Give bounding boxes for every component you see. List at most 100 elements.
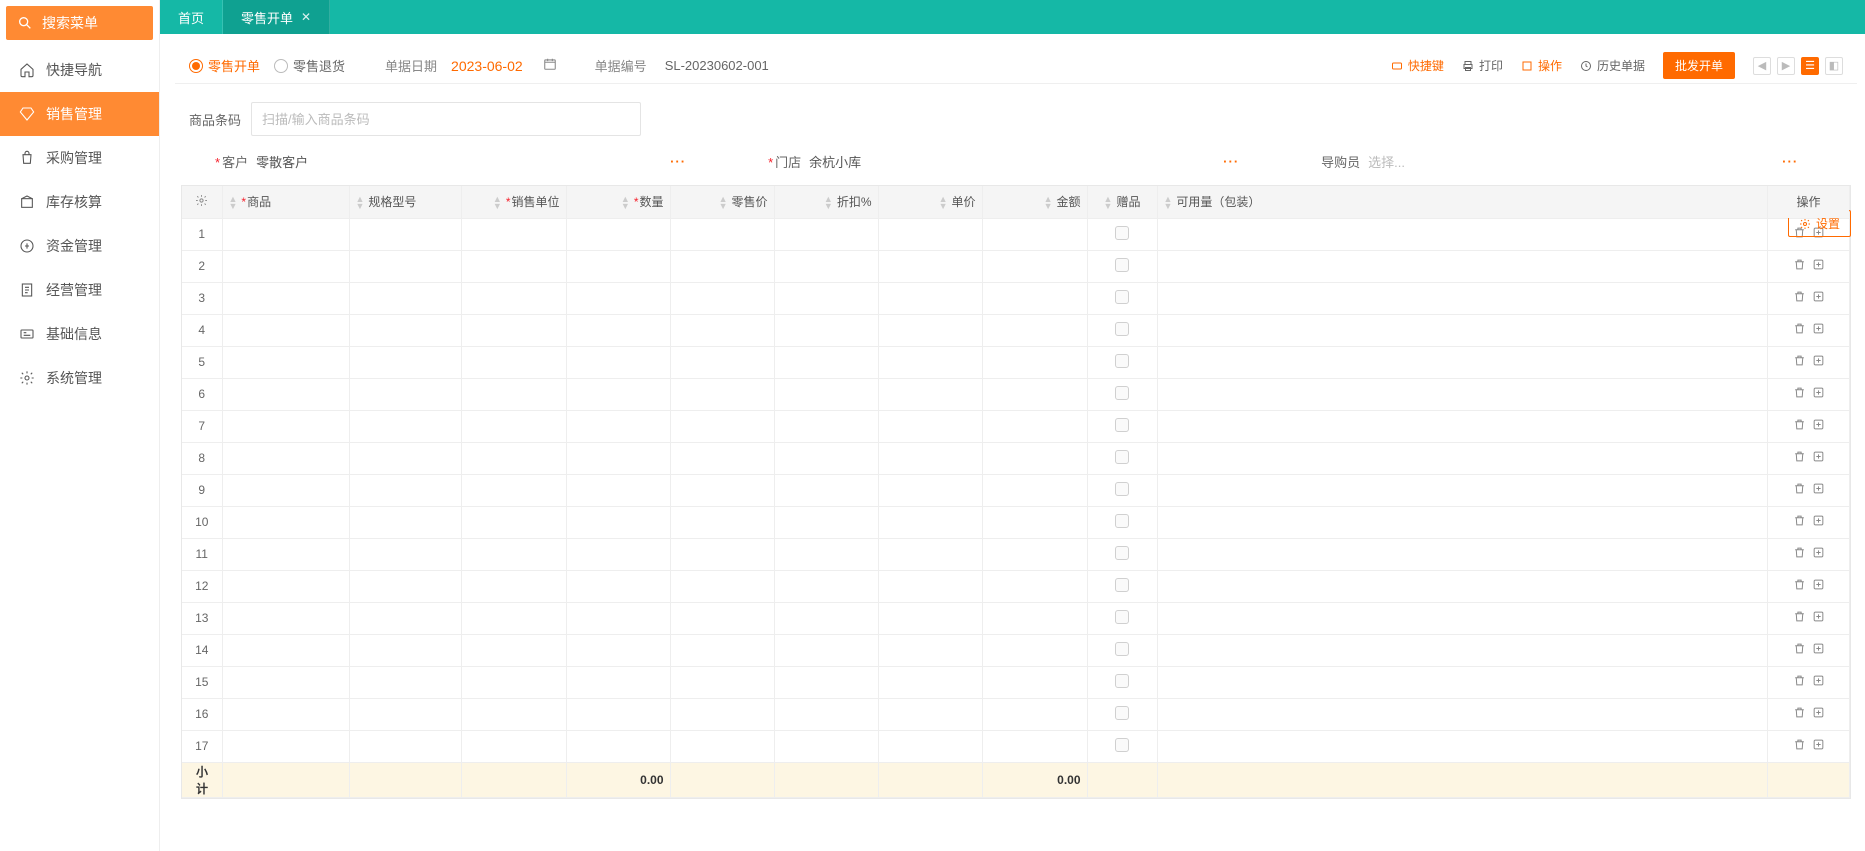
add-row-icon[interactable] bbox=[1812, 354, 1825, 367]
cell-gift[interactable] bbox=[1087, 538, 1157, 570]
add-row-icon[interactable] bbox=[1812, 738, 1825, 751]
cell-spec[interactable] bbox=[349, 538, 461, 570]
cell-unit[interactable] bbox=[461, 602, 566, 634]
cell-product[interactable] bbox=[222, 250, 349, 282]
close-icon[interactable]: ✕ bbox=[301, 10, 311, 24]
cell-qty[interactable] bbox=[566, 218, 670, 250]
cell-spec[interactable] bbox=[349, 506, 461, 538]
cell-retail-price[interactable] bbox=[670, 538, 774, 570]
add-row-icon[interactable] bbox=[1812, 482, 1825, 495]
sidebar-item-system[interactable]: 系统管理 bbox=[0, 356, 159, 400]
cell-spec[interactable] bbox=[349, 250, 461, 282]
delete-row-icon[interactable] bbox=[1793, 610, 1806, 623]
cell-product[interactable] bbox=[222, 314, 349, 346]
cell-gift[interactable] bbox=[1087, 570, 1157, 602]
cell-discount[interactable] bbox=[774, 634, 878, 666]
cell-gift[interactable] bbox=[1087, 602, 1157, 634]
cell-unit-price[interactable] bbox=[878, 666, 982, 698]
cell-qty[interactable] bbox=[566, 282, 670, 314]
gift-checkbox[interactable] bbox=[1115, 258, 1129, 272]
delete-row-icon[interactable] bbox=[1793, 290, 1806, 303]
cell-discount[interactable] bbox=[774, 698, 878, 730]
sidebar-item-inventory[interactable]: 库存核算 bbox=[0, 180, 159, 224]
table-row[interactable]: 4 bbox=[182, 314, 1850, 346]
cell-retail-price[interactable] bbox=[670, 410, 774, 442]
cell-gift[interactable] bbox=[1087, 218, 1157, 250]
cell-unit-price[interactable] bbox=[878, 218, 982, 250]
col-unit-price[interactable]: ▲▼单价 bbox=[878, 186, 982, 218]
cell-gift[interactable] bbox=[1087, 378, 1157, 410]
cell-product[interactable] bbox=[222, 730, 349, 762]
table-row[interactable]: 2 bbox=[182, 250, 1850, 282]
cell-qty[interactable] bbox=[566, 698, 670, 730]
prev-icon[interactable]: ◀ bbox=[1753, 57, 1771, 75]
cell-spec[interactable] bbox=[349, 602, 461, 634]
cell-amount[interactable] bbox=[982, 346, 1087, 378]
table-row[interactable]: 11 bbox=[182, 538, 1850, 570]
add-row-icon[interactable] bbox=[1812, 610, 1825, 623]
add-row-icon[interactable] bbox=[1812, 514, 1825, 527]
cell-discount[interactable] bbox=[774, 506, 878, 538]
col-product[interactable]: ▲▼商品 bbox=[222, 186, 349, 218]
delete-row-icon[interactable] bbox=[1793, 642, 1806, 655]
cell-gift[interactable] bbox=[1087, 410, 1157, 442]
shortcut-button[interactable]: 快捷键 bbox=[1391, 57, 1444, 74]
cell-unit[interactable] bbox=[461, 634, 566, 666]
cell-gift[interactable] bbox=[1087, 314, 1157, 346]
gift-checkbox[interactable] bbox=[1115, 546, 1129, 560]
customer-picker[interactable]: 零散客户 ··· bbox=[256, 152, 686, 171]
delete-row-icon[interactable] bbox=[1793, 546, 1806, 559]
grid-mode-icon[interactable]: ◧ bbox=[1825, 57, 1843, 75]
cell-discount[interactable] bbox=[774, 250, 878, 282]
print-button[interactable]: 打印 bbox=[1462, 57, 1503, 74]
cell-product[interactable] bbox=[222, 570, 349, 602]
cell-retail-price[interactable] bbox=[670, 570, 774, 602]
table-row[interactable]: 12 bbox=[182, 570, 1850, 602]
date-value[interactable]: 2023-06-02 bbox=[451, 58, 523, 74]
cell-unit[interactable] bbox=[461, 570, 566, 602]
cell-unit[interactable] bbox=[461, 474, 566, 506]
cell-amount[interactable] bbox=[982, 378, 1087, 410]
sidebar-item-funds[interactable]: 资金管理 bbox=[0, 224, 159, 268]
cell-product[interactable] bbox=[222, 538, 349, 570]
cell-product[interactable] bbox=[222, 410, 349, 442]
cell-amount[interactable] bbox=[982, 250, 1087, 282]
cell-qty[interactable] bbox=[566, 250, 670, 282]
cell-unit-price[interactable] bbox=[878, 378, 982, 410]
cell-spec[interactable] bbox=[349, 410, 461, 442]
cell-gift[interactable] bbox=[1087, 346, 1157, 378]
cell-spec[interactable] bbox=[349, 282, 461, 314]
table-row[interactable]: 6 bbox=[182, 378, 1850, 410]
gift-checkbox[interactable] bbox=[1115, 578, 1129, 592]
cell-unit-price[interactable] bbox=[878, 730, 982, 762]
cell-product[interactable] bbox=[222, 474, 349, 506]
cell-amount[interactable] bbox=[982, 282, 1087, 314]
cell-qty[interactable] bbox=[566, 410, 670, 442]
cell-spec[interactable] bbox=[349, 218, 461, 250]
operate-button[interactable]: 操作 bbox=[1521, 57, 1562, 74]
cell-amount[interactable] bbox=[982, 698, 1087, 730]
cell-amount[interactable] bbox=[982, 570, 1087, 602]
cell-retail-price[interactable] bbox=[670, 442, 774, 474]
gift-checkbox[interactable] bbox=[1115, 674, 1129, 688]
table-row[interactable]: 14 bbox=[182, 634, 1850, 666]
cell-retail-price[interactable] bbox=[670, 314, 774, 346]
cell-retail-price[interactable] bbox=[670, 666, 774, 698]
col-amount[interactable]: ▲▼金额 bbox=[982, 186, 1087, 218]
cell-unit-price[interactable] bbox=[878, 506, 982, 538]
cell-product[interactable] bbox=[222, 346, 349, 378]
col-discount[interactable]: ▲▼折扣% bbox=[774, 186, 878, 218]
cell-unit[interactable] bbox=[461, 666, 566, 698]
cell-unit-price[interactable] bbox=[878, 634, 982, 666]
cell-retail-price[interactable] bbox=[670, 602, 774, 634]
table-row[interactable]: 8 bbox=[182, 442, 1850, 474]
cell-qty[interactable] bbox=[566, 634, 670, 666]
cell-product[interactable] bbox=[222, 442, 349, 474]
sidebar-item-business[interactable]: 经营管理 bbox=[0, 268, 159, 312]
gift-checkbox[interactable] bbox=[1115, 418, 1129, 432]
cell-unit-price[interactable] bbox=[878, 698, 982, 730]
cell-unit[interactable] bbox=[461, 250, 566, 282]
add-row-icon[interactable] bbox=[1812, 674, 1825, 687]
cell-product[interactable] bbox=[222, 666, 349, 698]
sidebar-item-quicknav[interactable]: 快捷导航 bbox=[0, 48, 159, 92]
